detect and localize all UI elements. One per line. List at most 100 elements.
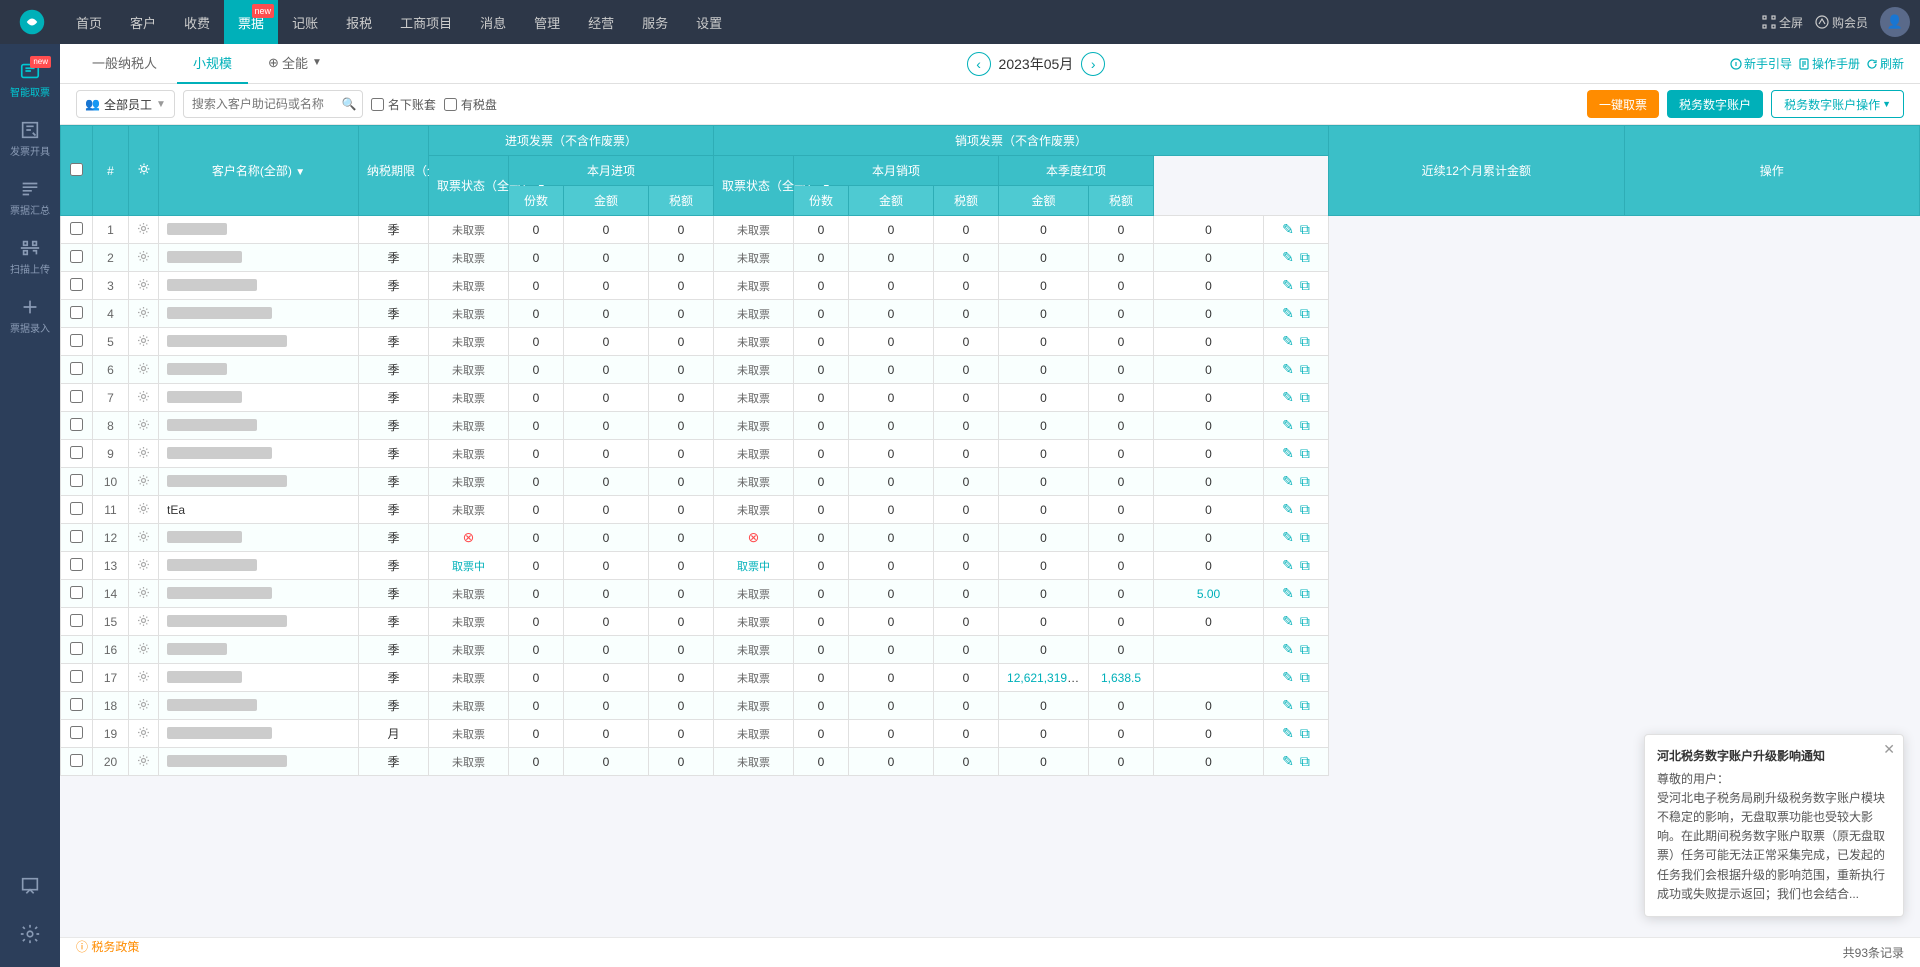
- copy-icon-11[interactable]: ⧉: [1300, 501, 1310, 518]
- copy-icon-8[interactable]: ⧉: [1300, 417, 1310, 434]
- row-checkbox-5[interactable]: [70, 334, 83, 347]
- manual-link[interactable]: 操作手册: [1798, 55, 1860, 72]
- copy-icon-15[interactable]: ⧉: [1300, 613, 1310, 630]
- edit-icon-13[interactable]: ✎: [1282, 557, 1294, 574]
- logo[interactable]: [10, 0, 54, 44]
- row-checkbox-12[interactable]: [70, 530, 83, 543]
- edit-icon-15[interactable]: ✎: [1282, 613, 1294, 630]
- th-out-status[interactable]: 取票状态（全部） ▼: [714, 156, 794, 216]
- copy-icon-19[interactable]: ⧉: [1300, 725, 1310, 742]
- row-checkbox-1[interactable]: [70, 222, 83, 235]
- row-check[interactable]: [61, 692, 93, 720]
- select-all-checkbox[interactable]: [70, 163, 83, 176]
- copy-icon-9[interactable]: ⧉: [1300, 445, 1310, 462]
- sidebar-item-entry[interactable]: 票据录入: [3, 288, 57, 343]
- one-click-btn[interactable]: 一键取票: [1587, 90, 1659, 118]
- fullscreen-btn[interactable]: 全屏: [1762, 14, 1803, 31]
- copy-icon-1[interactable]: ⧉: [1300, 221, 1310, 238]
- row-check[interactable]: [61, 300, 93, 328]
- row-checkbox-7[interactable]: [70, 390, 83, 403]
- row-check[interactable]: [61, 328, 93, 356]
- edit-icon-19[interactable]: ✎: [1282, 725, 1294, 742]
- row-checkbox-19[interactable]: [70, 726, 83, 739]
- row-settings[interactable]: [129, 580, 159, 608]
- row-settings[interactable]: [129, 300, 159, 328]
- tab-all[interactable]: ⊕ 全能 ▼: [252, 44, 338, 84]
- row-check[interactable]: [61, 748, 93, 776]
- sidebar-settings-bottom[interactable]: [3, 915, 57, 955]
- tax-digital-btn[interactable]: 税务数字账户: [1667, 90, 1763, 118]
- row-check[interactable]: [61, 244, 93, 272]
- edit-icon-3[interactable]: ✎: [1282, 277, 1294, 294]
- edit-icon-10[interactable]: ✎: [1282, 473, 1294, 490]
- row-check[interactable]: [61, 384, 93, 412]
- row-checkbox-2[interactable]: [70, 250, 83, 263]
- edit-icon-18[interactable]: ✎: [1282, 697, 1294, 714]
- nav-invoice[interactable]: 票据 new: [224, 0, 278, 44]
- sidebar-item-smart-ticket[interactable]: new 智能取票: [3, 52, 57, 107]
- nav-home[interactable]: 首页: [62, 0, 116, 44]
- copy-icon-12[interactable]: ⧉: [1300, 529, 1310, 546]
- nav-accounting[interactable]: 记账: [278, 0, 332, 44]
- nav-business[interactable]: 工商项目: [386, 0, 466, 44]
- nav-client[interactable]: 客户: [116, 0, 170, 44]
- employee-select[interactable]: 👥 全部员工 ▼: [76, 90, 175, 118]
- row-checkbox-11[interactable]: [70, 502, 83, 515]
- sub-account-checkbox[interactable]: [371, 98, 384, 111]
- nav-admin[interactable]: 管理: [520, 0, 574, 44]
- tax-disk-checkbox[interactable]: [444, 98, 457, 111]
- user-avatar[interactable]: 👤: [1880, 7, 1910, 37]
- th-in-status[interactable]: 取票状态（全部） ▼: [429, 156, 509, 216]
- copy-icon-2[interactable]: ⧉: [1300, 249, 1310, 266]
- edit-icon-16[interactable]: ✎: [1282, 641, 1294, 658]
- sub-account-check[interactable]: 名下账套: [371, 96, 436, 113]
- row-check[interactable]: [61, 636, 93, 664]
- search-input[interactable]: [183, 90, 363, 118]
- row-checkbox-15[interactable]: [70, 614, 83, 627]
- nav-message[interactable]: 消息: [466, 0, 520, 44]
- row-check[interactable]: [61, 412, 93, 440]
- row-checkbox-10[interactable]: [70, 474, 83, 487]
- row-settings[interactable]: [129, 244, 159, 272]
- row-settings[interactable]: [129, 412, 159, 440]
- th-customer-name[interactable]: 客户名称(全部) ▼: [159, 126, 359, 216]
- search-icon-btn[interactable]: 🔍: [342, 97, 357, 111]
- row-check[interactable]: [61, 272, 93, 300]
- nav-service[interactable]: 服务: [628, 0, 682, 44]
- row-checkbox-20[interactable]: [70, 754, 83, 767]
- row-check[interactable]: [61, 524, 93, 552]
- row-checkbox-16[interactable]: [70, 642, 83, 655]
- edit-icon-7[interactable]: ✎: [1282, 389, 1294, 406]
- row-settings[interactable]: [129, 636, 159, 664]
- row-settings[interactable]: [129, 440, 159, 468]
- nav-settings[interactable]: 设置: [682, 0, 736, 44]
- edit-icon-20[interactable]: ✎: [1282, 753, 1294, 770]
- edit-icon-4[interactable]: ✎: [1282, 305, 1294, 322]
- copy-icon-14[interactable]: ⧉: [1300, 585, 1310, 602]
- row-settings[interactable]: [129, 524, 159, 552]
- copy-icon-18[interactable]: ⧉: [1300, 697, 1310, 714]
- tax-policy-link[interactable]: ⓘ 税务政策: [76, 938, 139, 955]
- row-checkbox-14[interactable]: [70, 586, 83, 599]
- tab-general[interactable]: 一般纳税人: [76, 44, 173, 84]
- date-next-btn[interactable]: ›: [1081, 52, 1105, 76]
- sidebar-item-invoice-open[interactable]: 发票开具: [3, 111, 57, 166]
- copy-icon-5[interactable]: ⧉: [1300, 333, 1310, 350]
- row-checkbox-13[interactable]: [70, 558, 83, 571]
- edit-icon-9[interactable]: ✎: [1282, 445, 1294, 462]
- date-prev-btn[interactable]: ‹: [967, 52, 991, 76]
- copy-icon-6[interactable]: ⧉: [1300, 361, 1310, 378]
- row-check[interactable]: [61, 468, 93, 496]
- row-check[interactable]: [61, 580, 93, 608]
- new-guide-link[interactable]: 新手引导: [1730, 55, 1792, 72]
- edit-icon-8[interactable]: ✎: [1282, 417, 1294, 434]
- edit-icon-2[interactable]: ✎: [1282, 249, 1294, 266]
- edit-icon-1[interactable]: ✎: [1282, 221, 1294, 238]
- edit-icon-17[interactable]: ✎: [1282, 669, 1294, 686]
- copy-icon-17[interactable]: ⧉: [1300, 669, 1310, 686]
- row-check[interactable]: [61, 496, 93, 524]
- nav-tax[interactable]: 报税: [332, 0, 386, 44]
- row-settings[interactable]: [129, 356, 159, 384]
- row-checkbox-9[interactable]: [70, 446, 83, 459]
- copy-icon-4[interactable]: ⧉: [1300, 305, 1310, 322]
